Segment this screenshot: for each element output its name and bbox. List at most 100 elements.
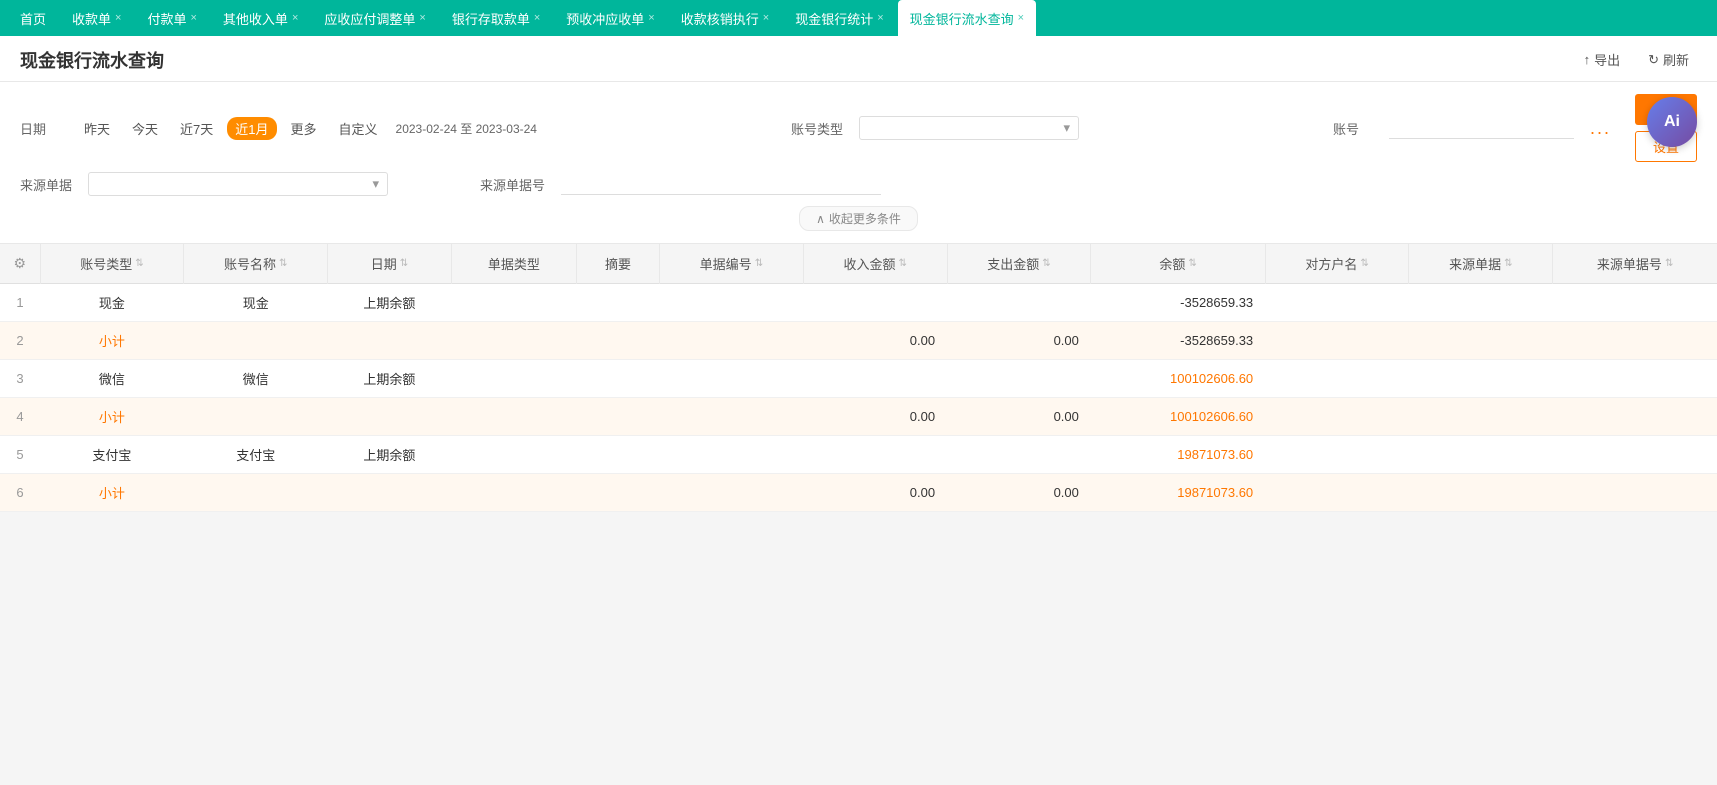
sort-expense[interactable]: 支出金额 ⇅: [987, 254, 1050, 273]
nav-tab-yingshouyingfu[interactable]: 应收应付调整单 ×: [312, 0, 437, 36]
nav-home[interactable]: 首页: [8, 9, 58, 28]
cell-date: 上期余额: [328, 360, 452, 398]
sort-icon-balance: ⇅: [1188, 258, 1196, 269]
nav-close-fukuan[interactable]: ×: [190, 12, 196, 24]
cell-account-name: 支付宝: [184, 436, 328, 474]
table-row[interactable]: 2 小计 0.00 0.00 -3528659.33: [0, 322, 1717, 360]
cell-source-doc-no: [1553, 322, 1717, 360]
th-account-type: 账号类型 ⇅: [40, 244, 184, 284]
cell-date: [328, 322, 452, 360]
date-btn-1month[interactable]: 近1月: [227, 117, 276, 140]
cell-num: 2: [0, 322, 40, 360]
cell-doc-type: [451, 360, 576, 398]
cell-balance: -3528659.33: [1091, 322, 1265, 360]
cell-doc-type: [451, 398, 576, 436]
cell-summary: [577, 284, 660, 322]
nav-close-shoukuan[interactable]: ×: [115, 12, 121, 24]
cell-account-name: [184, 474, 328, 512]
nav-tab-yinhangcunqu[interactable]: 银行存取款单 ×: [440, 0, 552, 36]
cell-income: 0.00: [803, 398, 947, 436]
account-input[interactable]: [1389, 117, 1574, 139]
th-income: 收入金额 ⇅: [803, 244, 947, 284]
page-title: 现金银行流水查询: [20, 47, 164, 73]
sort-date[interactable]: 日期 ⇅: [371, 254, 408, 273]
cell-account-type: 现金: [40, 284, 184, 322]
cell-doc-type: [451, 284, 576, 322]
nav-tab-shoukuanhexiao[interactable]: 收款核销执行 ×: [669, 0, 781, 36]
sort-balance[interactable]: 余额 ⇅: [1159, 254, 1196, 273]
date-btn-more[interactable]: 更多: [283, 117, 325, 140]
cell-doc-type: [451, 474, 576, 512]
cell-counterpart: [1265, 284, 1409, 322]
account-label: 账号: [1333, 119, 1373, 138]
date-btn-7days[interactable]: 近7天: [172, 117, 221, 140]
cell-source-doc: [1409, 436, 1553, 474]
sort-income[interactable]: 收入金额 ⇅: [843, 254, 906, 273]
table-row[interactable]: 4 小计 0.00 0.00 100102606.60: [0, 398, 1717, 436]
collapse-button[interactable]: ∧ 收起更多条件: [799, 206, 918, 231]
cell-expense: [947, 360, 1091, 398]
sort-source-doc-no[interactable]: 来源单据号 ⇅: [1597, 254, 1673, 273]
filter-row-source: 来源单据 ▾ 来源单据号: [20, 172, 1697, 196]
table-row[interactable]: 5 支付宝 支付宝 上期余额 19871073.60: [0, 436, 1717, 474]
source-doc-no-input[interactable]: [561, 173, 881, 195]
table-container: ⚙ 账号类型 ⇅ 账号名称 ⇅ 日期: [0, 244, 1717, 512]
cell-summary: [577, 398, 660, 436]
cell-doc-no: [659, 474, 803, 512]
cell-counterpart: [1265, 322, 1409, 360]
nav-close-yinhangcunqu[interactable]: ×: [534, 12, 540, 24]
nav-tab-fukuan[interactable]: 付款单 ×: [135, 0, 208, 36]
nav-tab-xianjinyinhang[interactable]: 现金银行统计 ×: [783, 0, 895, 36]
cell-balance: 100102606.60: [1091, 360, 1265, 398]
nav-close-yushou[interactable]: ×: [648, 12, 654, 24]
cell-doc-no: [659, 322, 803, 360]
cell-balance: 19871073.60: [1091, 474, 1265, 512]
ai-badge[interactable]: Ai: [1647, 97, 1697, 147]
chevron-up-icon: ∧: [816, 212, 825, 226]
cell-num: 3: [0, 360, 40, 398]
table-row[interactable]: 6 小计 0.00 0.00 19871073.60: [0, 474, 1717, 512]
cell-expense: [947, 436, 1091, 474]
nav-tab-yushou[interactable]: 预收冲应收单 ×: [554, 0, 666, 36]
nav-tab-qitashouru[interactable]: 其他收入单 ×: [211, 0, 310, 36]
sort-doc-no[interactable]: 单据编号 ⇅: [700, 254, 763, 273]
sort-source-doc[interactable]: 来源单据 ⇅: [1449, 254, 1512, 273]
cell-source-doc: [1409, 398, 1553, 436]
sort-icon-expense: ⇅: [1042, 258, 1050, 269]
cell-summary: [577, 474, 660, 512]
table-row[interactable]: 3 微信 微信 上期余额 100102606.60: [0, 360, 1717, 398]
cell-date: 上期余额: [328, 284, 452, 322]
date-range: 2023-02-24 至 2023-03-24: [396, 120, 537, 137]
nav-close-qitashouru[interactable]: ×: [292, 12, 298, 24]
date-btn-today[interactable]: 今天: [124, 117, 166, 140]
th-settings[interactable]: ⚙: [0, 244, 40, 284]
cell-source-doc-no: [1553, 436, 1717, 474]
account-type-select[interactable]: ▾: [859, 116, 1079, 140]
cell-account-type: 小计: [40, 398, 184, 436]
refresh-button[interactable]: ↻ 刷新: [1640, 46, 1697, 73]
nav-close-xianjinyinhang[interactable]: ×: [877, 12, 883, 24]
cell-account-name: [184, 398, 328, 436]
sort-account-name[interactable]: 账号名称 ⇅: [224, 254, 287, 273]
dots-button[interactable]: ...: [1590, 118, 1611, 139]
settings-gear-icon[interactable]: ⚙: [13, 255, 26, 271]
date-label: 日期: [20, 119, 60, 138]
nav-close-shoukuanhexiao[interactable]: ×: [763, 12, 769, 24]
sort-icon-source-doc-no: ⇅: [1665, 258, 1673, 269]
nav-tab-liushui[interactable]: 现金银行流水查询 ×: [898, 0, 1036, 36]
cell-account-name: 微信: [184, 360, 328, 398]
sort-account-type[interactable]: 账号类型 ⇅: [80, 254, 143, 273]
cell-expense: 0.00: [947, 322, 1091, 360]
cell-doc-no: [659, 360, 803, 398]
nav-close-yingshouyingfu[interactable]: ×: [419, 12, 425, 24]
export-button[interactable]: ↑ 导出: [1576, 46, 1629, 73]
cell-source-doc: [1409, 360, 1553, 398]
date-btn-custom[interactable]: 自定义: [331, 117, 386, 140]
sort-counterpart[interactable]: 对方户名 ⇅: [1305, 254, 1368, 273]
nav-tab-shoukuan[interactable]: 收款单 ×: [60, 0, 133, 36]
table-row[interactable]: 1 现金 现金 上期余额 -3528659.33: [0, 284, 1717, 322]
nav-close-liushui[interactable]: ×: [1018, 12, 1024, 24]
source-doc-select[interactable]: ▾: [88, 172, 388, 196]
filter-row-date: 日期 昨天 今天 近7天 近1月 更多 自定义 2023-02-24 至 202…: [20, 94, 1697, 162]
date-btn-yesterday[interactable]: 昨天: [76, 117, 118, 140]
